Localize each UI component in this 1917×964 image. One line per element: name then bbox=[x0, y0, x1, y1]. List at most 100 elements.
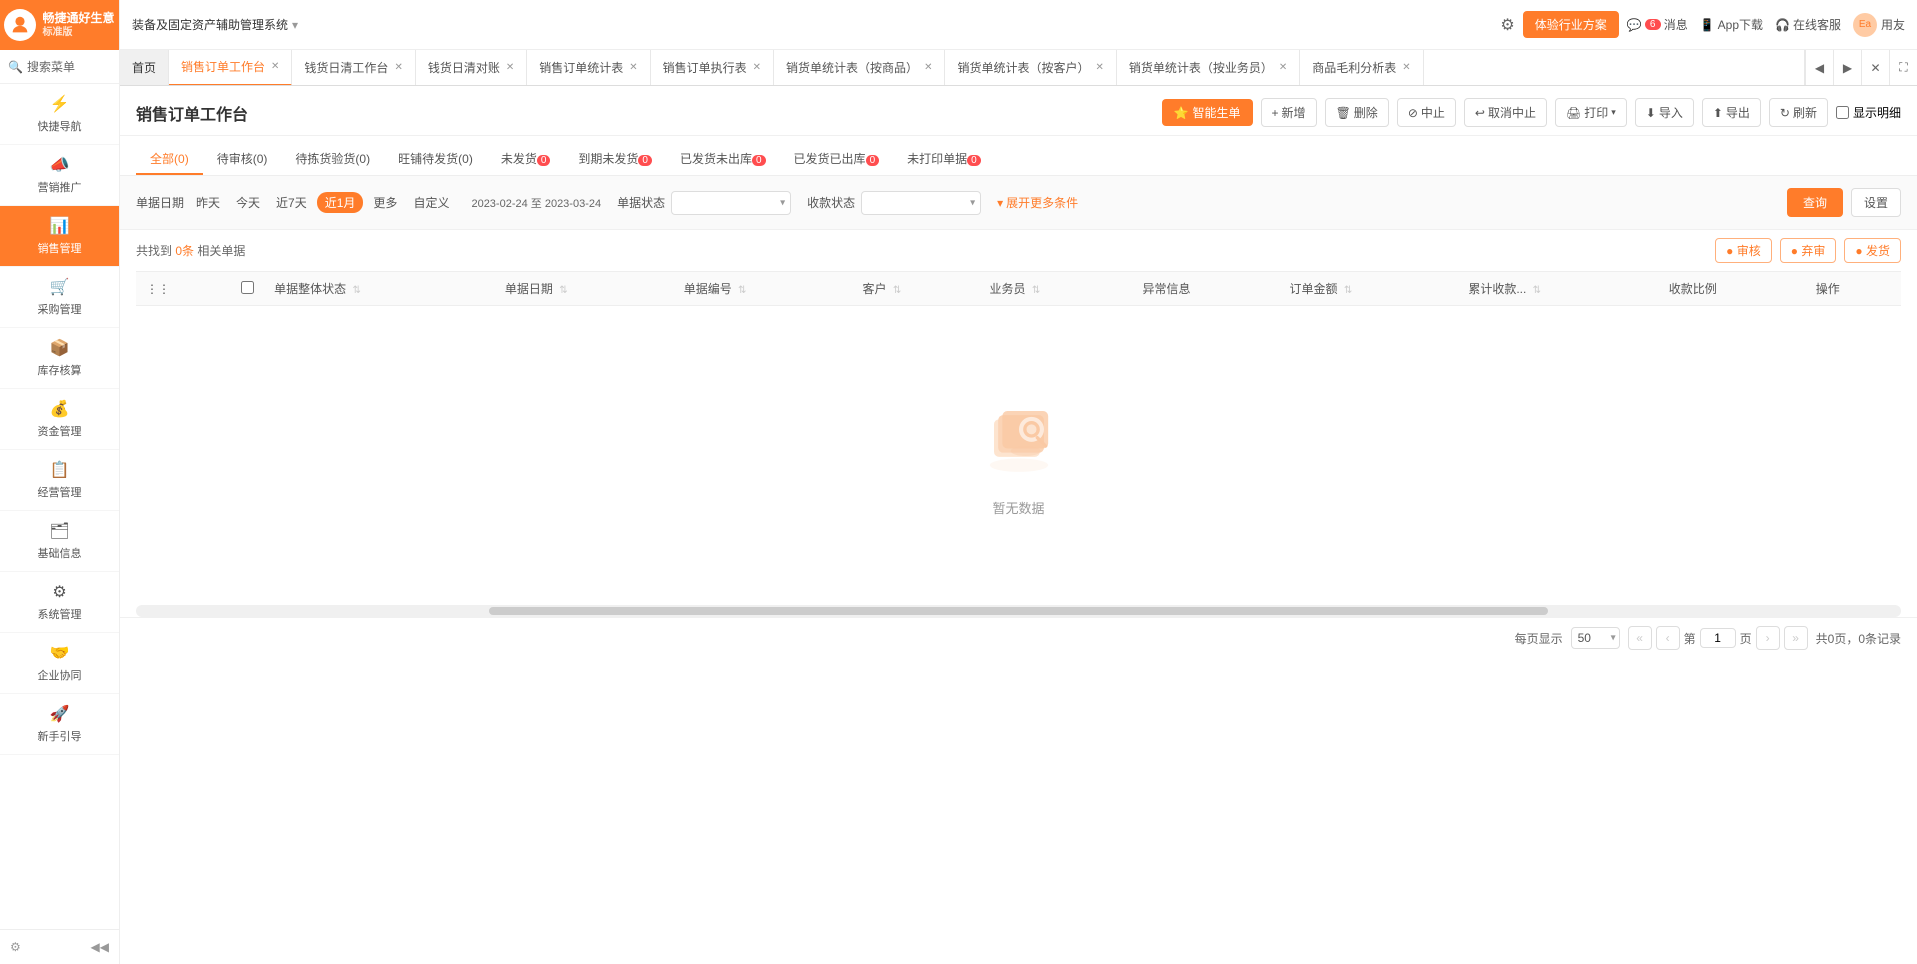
tab-goods-margin[interactable]: 商品毛利分析表 ✕ bbox=[1300, 50, 1423, 86]
settings-icon[interactable]: ⚙ bbox=[1500, 15, 1514, 35]
sidebar-item-finance[interactable]: 💰 资金管理 bbox=[0, 389, 119, 450]
filter-tab-wangpu[interactable]: 旺铺待发货(0) bbox=[384, 144, 487, 175]
col-date[interactable]: 单据日期 ⇅ bbox=[495, 272, 674, 306]
deliver-button[interactable]: ● 发货 bbox=[1844, 238, 1901, 263]
tab-sales-exec[interactable]: 销售订单执行表 ✕ bbox=[651, 50, 774, 86]
date-btn-more[interactable]: 更多 bbox=[367, 192, 403, 213]
filter-tab-pending-audit[interactable]: 待审核(0) bbox=[203, 144, 282, 175]
date-btn-7days[interactable]: 近7天 bbox=[270, 192, 313, 213]
col-staff[interactable]: 业务员 ⇅ bbox=[980, 272, 1133, 306]
col-amount[interactable]: 订单金额 ⇅ bbox=[1279, 272, 1458, 306]
refresh-button[interactable]: ↻ 刷新 bbox=[1769, 98, 1828, 127]
stop-button[interactable]: ⊘ 中止 bbox=[1397, 98, 1456, 127]
sidebar-item-operations[interactable]: 📋 经营管理 bbox=[0, 450, 119, 511]
export-button[interactable]: ⬆ 导出 bbox=[1702, 98, 1761, 127]
tab-close-cash-reconcile[interactable]: ✕ bbox=[506, 62, 514, 73]
status-select-wrapper bbox=[671, 191, 791, 215]
tab-sales-stat[interactable]: 销售订单统计表 ✕ bbox=[527, 50, 650, 86]
online-service-action[interactable]: 🎧 在线客服 bbox=[1775, 16, 1841, 33]
tab-close-goods-customer[interactable]: ✕ bbox=[1095, 62, 1103, 73]
settings-footer-icon[interactable]: ⚙ bbox=[10, 940, 21, 954]
tab-sales-order-workbench[interactable]: 销售订单工作台 ✕ bbox=[169, 50, 292, 86]
filter-tab-pending-inspect[interactable]: 待拣货验货(0) bbox=[281, 144, 384, 175]
tab-goods-stat-staff[interactable]: 销货单统计表（按业务员） ✕ bbox=[1117, 50, 1300, 86]
filter-tab-all[interactable]: 全部(0) bbox=[136, 144, 203, 175]
page-header-actions: ⭐ 智能生单 + 新增 🗑 删除 ⊘ 中止 bbox=[1162, 98, 1901, 127]
table-bulk-actions: ● 审核 ● 弃审 ● 发货 bbox=[1715, 238, 1901, 263]
sidebar-item-quick-nav[interactable]: ⚡ 快捷导航 bbox=[0, 84, 119, 145]
col-received[interactable]: 累计收款... ⇅ bbox=[1458, 272, 1658, 306]
tab-close-sales-order[interactable]: ✕ bbox=[271, 61, 279, 72]
collapse-icon[interactable]: ◀◀ bbox=[91, 940, 109, 954]
filter-tab-shipped-not-out[interactable]: 已发货未出库0 bbox=[666, 144, 780, 175]
sidebar-item-purchase[interactable]: 🛒 采购管理 bbox=[0, 267, 119, 328]
app-download-action[interactable]: 📱 App下载 bbox=[1700, 16, 1763, 33]
filter-tab-not-printed[interactable]: 未打印单据0 bbox=[893, 144, 995, 175]
status-select[interactable] bbox=[671, 191, 791, 215]
tab-goods-stat-customer[interactable]: 销货单统计表（按客户） ✕ bbox=[945, 50, 1116, 86]
tab-close-goods-staff[interactable]: ✕ bbox=[1279, 62, 1287, 73]
tab-close-sales-exec[interactable]: ✕ bbox=[753, 62, 761, 73]
tab-goods-stat-product[interactable]: 销货单统计表（按商品） ✕ bbox=[774, 50, 945, 86]
tab-daily-cash[interactable]: 钱货日清工作台 ✕ bbox=[292, 50, 415, 86]
date-btn-1month[interactable]: 近1月 bbox=[317, 192, 364, 213]
col-number[interactable]: 单据编号 ⇅ bbox=[674, 272, 853, 306]
add-button[interactable]: + 新增 bbox=[1261, 98, 1317, 127]
prev-page-btn[interactable]: ‹ bbox=[1656, 626, 1680, 650]
page-input[interactable] bbox=[1700, 628, 1736, 648]
tab-close-daily-cash[interactable]: ✕ bbox=[394, 62, 402, 73]
sidebar-item-system[interactable]: ⚙ 系统管理 bbox=[0, 572, 119, 633]
sidebar-item-enterprise[interactable]: 🤝 企业协同 bbox=[0, 633, 119, 694]
filter-tab-not-shipped[interactable]: 未发货0 bbox=[487, 144, 565, 175]
query-button[interactable]: 查询 bbox=[1787, 188, 1843, 217]
sidebar-item-basic[interactable]: 🗂 基础信息 bbox=[0, 511, 119, 572]
delete-button[interactable]: 🗑 删除 bbox=[1325, 98, 1389, 127]
show-detail-checkbox[interactable] bbox=[1836, 106, 1849, 119]
sidebar-item-sales[interactable]: 📊 销售管理 bbox=[0, 206, 119, 267]
col-status[interactable]: 单据整体状态 ⇅ bbox=[264, 272, 495, 306]
tab-close-sales-stat[interactable]: ✕ bbox=[629, 62, 637, 73]
next-page-btn[interactable]: › bbox=[1756, 626, 1780, 650]
audit-button[interactable]: ● 审核 bbox=[1715, 238, 1772, 263]
col-customer[interactable]: 客户 ⇅ bbox=[853, 272, 980, 306]
sidebar-search[interactable]: 🔍 搜索菜单 bbox=[0, 50, 119, 84]
sort-staff-icon: ⇅ bbox=[1032, 285, 1040, 296]
select-all-checkbox[interactable] bbox=[241, 281, 254, 294]
tab-close-goods-margin[interactable]: ✕ bbox=[1402, 62, 1410, 73]
date-btn-today[interactable]: 今天 bbox=[230, 192, 266, 213]
smart-btn[interactable]: ⭐ 智能生单 bbox=[1162, 99, 1253, 126]
tab-nav-next[interactable]: ▶ bbox=[1833, 50, 1861, 86]
horizontal-scrollbar[interactable] bbox=[136, 605, 1901, 617]
sidebar-item-inventory[interactable]: 📦 库存核算 bbox=[0, 328, 119, 389]
sidebar-item-marketing[interactable]: 📣 营销推广 bbox=[0, 145, 119, 206]
tab-nav-prev[interactable]: ◀ bbox=[1805, 50, 1833, 86]
tab-cash-reconcile[interactable]: 钱货日清对账 ✕ bbox=[416, 50, 527, 86]
tab-close-goods-product[interactable]: ✕ bbox=[924, 62, 932, 73]
date-btn-yesterday[interactable]: 昨天 bbox=[190, 192, 226, 213]
show-detail-label[interactable]: 显示明细 bbox=[1836, 104, 1901, 121]
filter-tab-shipped-out[interactable]: 已发货已出库0 bbox=[780, 144, 894, 175]
per-page-select[interactable]: 10 20 50 100 bbox=[1571, 627, 1620, 649]
filter-tab-expired[interactable]: 到期未发货0 bbox=[564, 144, 666, 175]
payment-select[interactable] bbox=[861, 191, 981, 215]
abandon-button[interactable]: ● 弃审 bbox=[1780, 238, 1837, 263]
dropdown-arrow-icon[interactable]: ▾ bbox=[292, 18, 298, 32]
tab-close-all[interactable]: ✕ bbox=[1861, 50, 1889, 86]
user-menu[interactable]: Ea 用友 bbox=[1853, 13, 1905, 37]
sidebar-item-guide[interactable]: 🚀 新手引导 bbox=[0, 694, 119, 755]
expand-conditions-btn[interactable]: ▾ 展开更多条件 bbox=[997, 194, 1078, 211]
last-page-btn[interactable]: » bbox=[1784, 626, 1808, 650]
data-table: ⋮⋮ 单据整体状态 ⇅ 单据日期 ⇅ bbox=[136, 271, 1901, 306]
cancel-stop-button[interactable]: ↩ 取消中止 bbox=[1464, 98, 1547, 127]
setting-button[interactable]: 设置 bbox=[1851, 188, 1901, 217]
purchase-icon: 🛒 bbox=[50, 277, 70, 297]
scrollbar-thumb[interactable] bbox=[489, 607, 1548, 615]
tab-home[interactable]: 首页 bbox=[120, 50, 169, 86]
tab-restore[interactable]: ⛶ bbox=[1889, 50, 1917, 86]
import-button[interactable]: ⬇ 导入 bbox=[1635, 98, 1694, 127]
first-page-btn[interactable]: « bbox=[1628, 626, 1652, 650]
solution-button[interactable]: 体验行业方案 bbox=[1523, 11, 1619, 38]
print-button[interactable]: 🖨 打印 ▾ bbox=[1555, 98, 1627, 127]
message-action[interactable]: 💬 6 消息 bbox=[1627, 16, 1688, 33]
date-btn-custom[interactable]: 自定义 bbox=[407, 192, 455, 213]
